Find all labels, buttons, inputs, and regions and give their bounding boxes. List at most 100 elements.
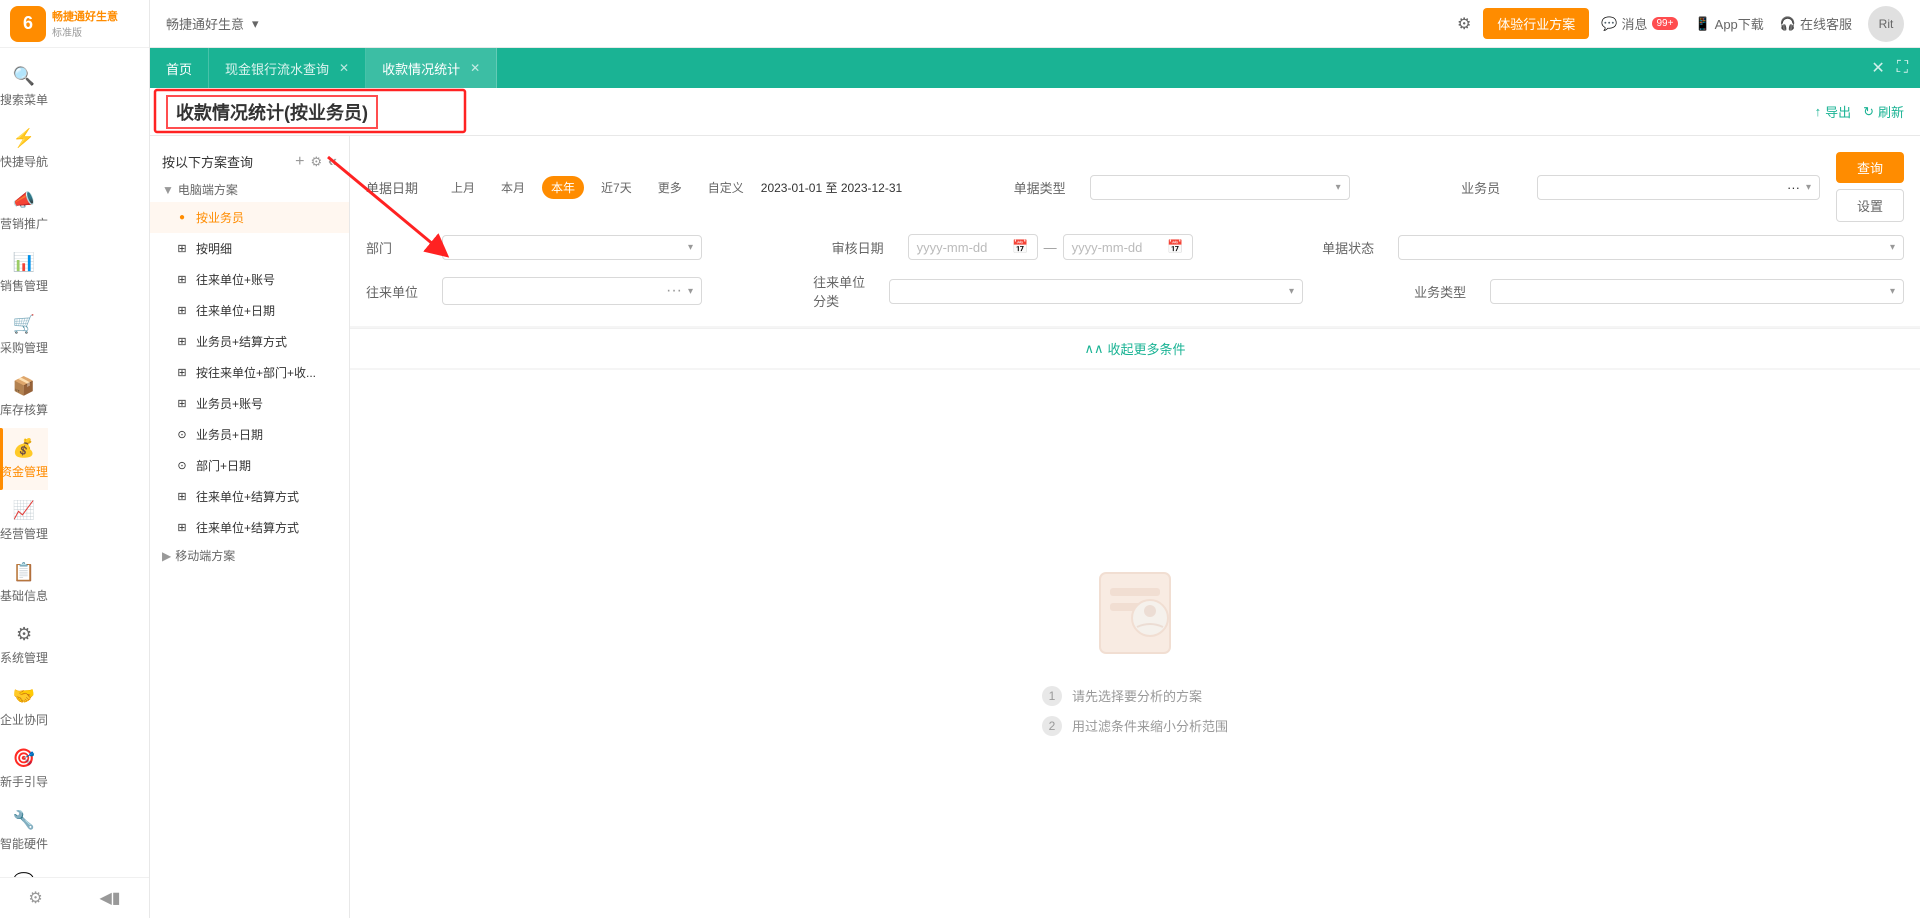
salesman-label: 业务员 bbox=[1461, 178, 1521, 197]
partner-category-label: 往来单位分类 bbox=[813, 272, 873, 310]
quick-nav-icon: ⚡ bbox=[13, 128, 35, 149]
dept-select[interactable]: ▾ bbox=[442, 235, 702, 260]
sidebar-item-sales[interactable]: 📊 销售管理 bbox=[0, 242, 48, 304]
doc-type-select[interactable]: ▾ bbox=[1090, 175, 1350, 200]
sidebar-item-new-guide[interactable]: 🎯 新手引导 bbox=[0, 738, 48, 800]
sidebar-item-corp-coop[interactable]: 🤝 企业协同 bbox=[0, 676, 48, 738]
sidebar-item-quick-nav[interactable]: ⚡ 快捷导航 bbox=[0, 118, 48, 180]
date-btn-last-month[interactable]: 上月 bbox=[442, 176, 484, 199]
messages-badge: 99+ bbox=[1652, 17, 1679, 30]
tabbar-fullscreen[interactable]: ⛶ bbox=[1897, 59, 1908, 77]
date-btn-7days[interactable]: 近7天 bbox=[592, 176, 641, 199]
menu-item-salesman-account[interactable]: ⊞ 业务员+账号 bbox=[150, 388, 349, 419]
page-title: 收款情况统计(按业务员) bbox=[166, 95, 378, 129]
menu-item-unit-date[interactable]: ⊞ 往来单位+日期 bbox=[150, 295, 349, 326]
sidebar-item-corp-wechat[interactable]: 💬 企业微信 bbox=[0, 862, 48, 877]
empty-state: 1 请先选择要分析的方案 2 用过滤条件来缩小分析范围 bbox=[350, 370, 1920, 918]
menu-item-unit-account[interactable]: ⊞ 往来单位+账号 bbox=[150, 264, 349, 295]
sidebar-item-operations[interactable]: 📈 经营管理 bbox=[0, 490, 48, 552]
sidebar-item-system[interactable]: ⚙ 系统管理 bbox=[0, 614, 48, 676]
filter-settings-btn[interactable]: 设置 bbox=[1836, 189, 1904, 222]
section-mobile[interactable]: ▶ 移动端方案 bbox=[150, 543, 349, 568]
sidebar-item-finance[interactable]: 💰 资金管理 bbox=[0, 428, 48, 490]
sidebar: 6 畅捷通好生意 标准版 🔍 搜索菜单 ⚡ 快捷导航 📣 营销推广 bbox=[0, 0, 150, 918]
menu-icon-unit-account: ⊞ bbox=[174, 272, 190, 288]
sidebar-item-wrapper-search: 🔍 搜索菜单 bbox=[0, 56, 149, 118]
doc-status-select[interactable]: ▾ bbox=[1398, 235, 1904, 260]
sidebar-nav: 🔍 搜索菜单 ⚡ 快捷导航 📣 营销推广 📊 销售管理 🛒 bbox=[0, 48, 149, 877]
sidebar-item-wrapper-inventory: 📦 库存核算 bbox=[0, 366, 149, 428]
export-icon: ↑ bbox=[1815, 104, 1822, 119]
sidebar-item-marketing[interactable]: 📣 营销推广 bbox=[0, 180, 48, 242]
tabbar-close-all[interactable]: ✕ bbox=[1871, 58, 1884, 78]
date-btn-custom[interactable]: 自定义 bbox=[699, 176, 753, 199]
sidebar-item-wrapper-hw: 🔧 智能硬件 bbox=[0, 800, 149, 862]
trial-btn[interactable]: 体验行业方案 bbox=[1483, 8, 1589, 39]
review-date-start[interactable]: yyyy-mm-dd 📅 bbox=[908, 234, 1038, 260]
date-btn-this-year[interactable]: 本年 bbox=[542, 176, 584, 199]
topbar-settings-icon[interactable]: ⚙ bbox=[1457, 14, 1471, 34]
partner-category-select[interactable]: ▾ bbox=[889, 279, 1303, 304]
panel-collapse-btn[interactable]: « bbox=[328, 153, 337, 171]
menu-item-salesman-settlement[interactable]: ⊞ 业务员+结算方式 bbox=[150, 326, 349, 357]
menu-item-label: 往来单位+日期 bbox=[196, 302, 275, 319]
tab-home[interactable]: 首页 bbox=[150, 48, 209, 88]
panel-settings-btn[interactable]: ⚙ bbox=[310, 154, 322, 170]
sidebar-item-wrapper-sales: 📊 销售管理 bbox=[0, 242, 149, 304]
breadcrumb-area: 畅捷通好生意 ▾ bbox=[166, 14, 1445, 33]
sidebar-item-search-menu[interactable]: 🔍 搜索菜单 bbox=[0, 56, 48, 118]
date-range-display: 2023-01-01 至 2023-12-31 bbox=[761, 179, 902, 196]
menu-item-salesman-date[interactable]: ⊙ 业务员+日期 bbox=[150, 419, 349, 450]
export-btn[interactable]: ↑ 导出 bbox=[1815, 102, 1852, 121]
menu-item-by-detail[interactable]: ⊞ 按明细 bbox=[150, 233, 349, 264]
date-separator: — bbox=[1044, 240, 1057, 255]
review-date-end[interactable]: yyyy-mm-dd 📅 bbox=[1063, 234, 1193, 260]
menu-icon-unit-settlement1: ⊞ bbox=[174, 489, 190, 505]
biz-type-select[interactable]: ▾ bbox=[1490, 279, 1904, 304]
sidebar-item-purchase[interactable]: 🛒 采购管理 bbox=[0, 304, 48, 366]
empty-illustration bbox=[1075, 543, 1195, 666]
step-num-1: 1 bbox=[1042, 686, 1062, 706]
doc-status-label: 单据状态 bbox=[1322, 238, 1382, 257]
tab-receipt-stats[interactable]: 收款情况统计 ✕ bbox=[366, 48, 497, 88]
salesman-dots[interactable]: ··· bbox=[1787, 180, 1800, 195]
sidebar-settings-btn[interactable]: ⚙ bbox=[28, 888, 42, 908]
refresh-btn[interactable]: ↻ 刷新 bbox=[1863, 102, 1904, 121]
app-download-btn[interactable]: 📱 App下载 bbox=[1694, 14, 1763, 33]
sidebar-item-wrapper-guide: 🎯 新手引导 bbox=[0, 738, 149, 800]
menu-item-by-salesman[interactable]: ● 按业务员 bbox=[150, 202, 349, 233]
panel-add-btn[interactable]: + bbox=[295, 153, 304, 171]
sidebar-item-label: 采购管理 bbox=[0, 339, 48, 356]
tab-bank-flow[interactable]: 现金银行流水查询 ✕ bbox=[209, 48, 366, 88]
menu-item-unit-settlement1[interactable]: ⊞ 往来单位+结算方式 bbox=[150, 481, 349, 512]
user-avatar[interactable]: Rit bbox=[1868, 6, 1904, 42]
partner-select[interactable]: ··· ▾ bbox=[442, 277, 702, 305]
messages-btn[interactable]: 💬 消息 99+ bbox=[1601, 14, 1678, 33]
sidebar-item-basic-info[interactable]: 📋 基础信息 bbox=[0, 552, 48, 614]
collapse-bar[interactable]: ∧∧ 收起更多条件 bbox=[350, 328, 1920, 368]
sidebar-item-inventory[interactable]: 📦 库存核算 bbox=[0, 366, 48, 428]
tabbar-right: ✕ ⛶ bbox=[1859, 48, 1920, 88]
section-desktop[interactable]: ▼ 电脑端方案 bbox=[150, 177, 349, 202]
date-btn-more[interactable]: 更多 bbox=[649, 176, 691, 199]
action-buttons: 查询 设置 bbox=[1836, 152, 1904, 222]
sidebar-item-wrapper-system: ⚙ 系统管理 bbox=[0, 614, 149, 676]
tab-bank-flow-close[interactable]: ✕ bbox=[339, 61, 349, 75]
menu-item-dept-date[interactable]: ⊙ 部门+日期 bbox=[150, 450, 349, 481]
menu-item-unit-settlement2[interactable]: ⊞ 往来单位+结算方式 bbox=[150, 512, 349, 543]
partner-dots[interactable]: ··· bbox=[666, 282, 682, 300]
breadcrumb-dropdown[interactable]: ▾ bbox=[252, 16, 259, 32]
sidebar-item-label: 营销推广 bbox=[0, 215, 48, 232]
menu-item-unit-dept[interactable]: ⊞ 按往来单位+部门+收... bbox=[150, 357, 349, 388]
online-service-btn[interactable]: 🎧 在线客服 bbox=[1780, 14, 1852, 33]
biz-type-chevron: ▾ bbox=[1890, 286, 1895, 297]
sidebar-collapse-btn[interactable]: ◀▮ bbox=[99, 888, 120, 908]
dept-chevron: ▾ bbox=[688, 242, 693, 253]
sidebar-item-smart-hw[interactable]: 🔧 智能硬件 bbox=[0, 800, 48, 862]
partner-chevron: ▾ bbox=[688, 286, 693, 297]
salesman-select[interactable]: ··· ▾ bbox=[1537, 175, 1820, 200]
tab-receipt-stats-close[interactable]: ✕ bbox=[470, 61, 480, 75]
query-btn[interactable]: 查询 bbox=[1836, 152, 1904, 183]
app-edition: 标准版 bbox=[52, 24, 118, 39]
date-btn-this-month[interactable]: 本月 bbox=[492, 176, 534, 199]
